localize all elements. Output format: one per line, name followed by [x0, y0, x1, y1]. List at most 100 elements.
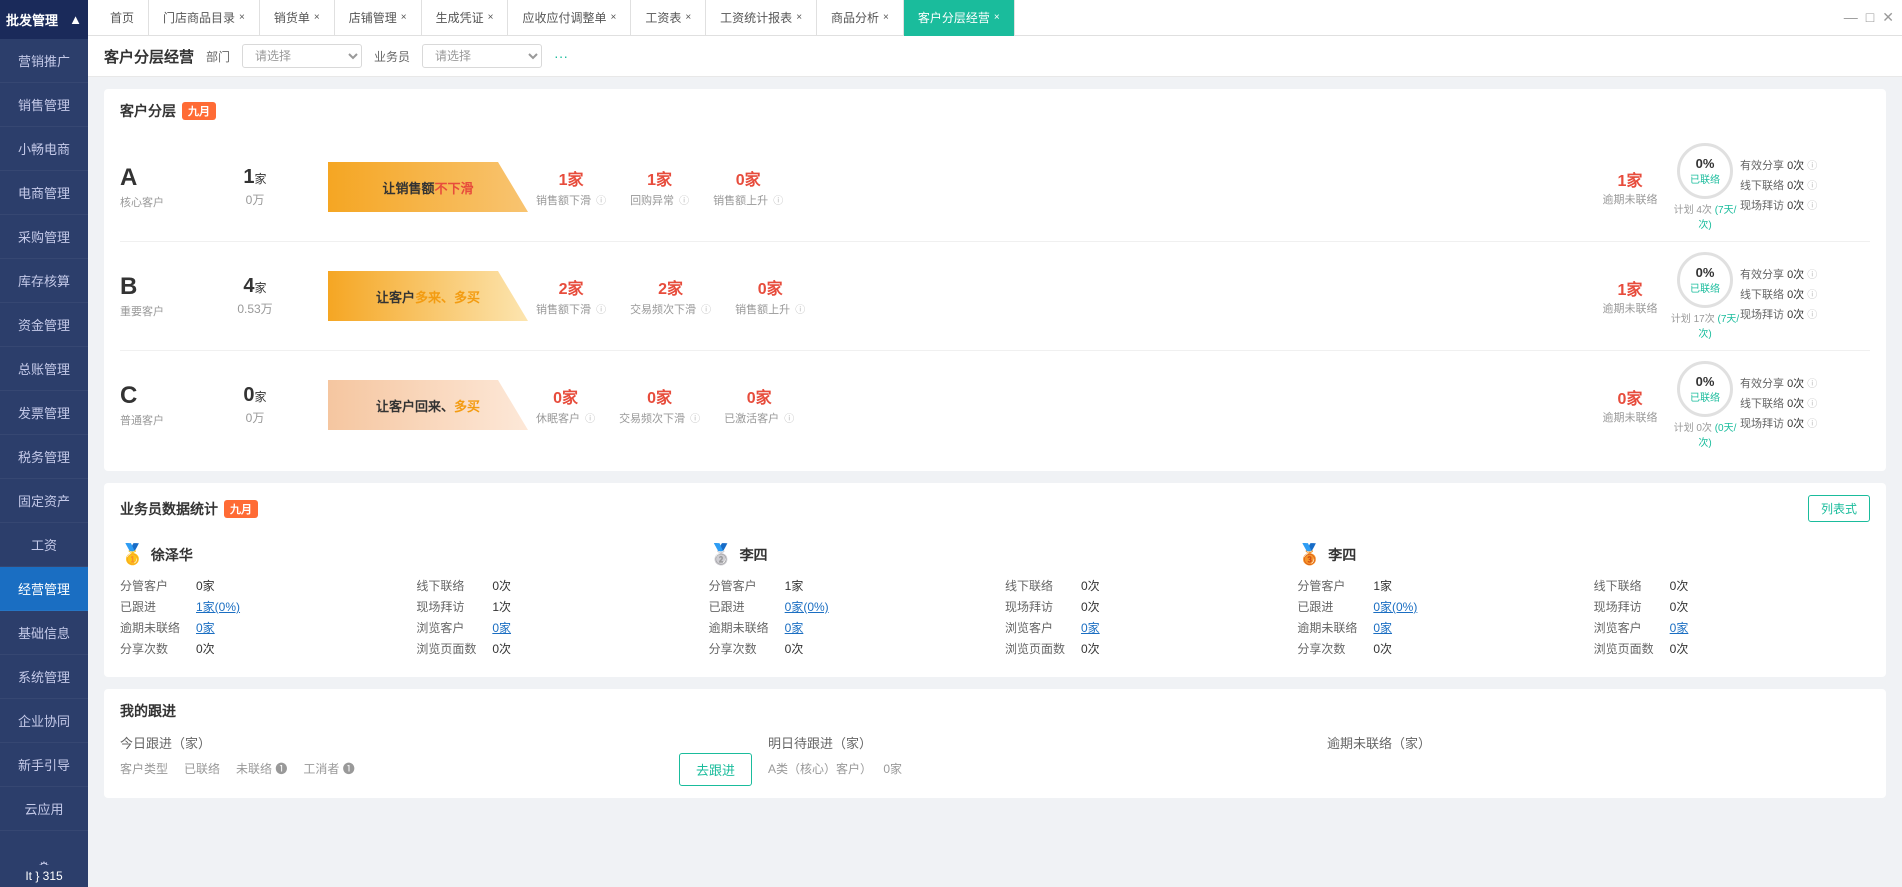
followup-col3: 未联络 ❶	[236, 760, 287, 777]
overdue-followup: 逾期未联络（家）	[1327, 733, 1870, 760]
followup-section: 我的跟进 今日跟进（家） 客户类型 已联络 未联络 ❶ 工消者 ❶ 去跟进 明日…	[104, 689, 1886, 798]
tab-close-payroll[interactable]: ×	[685, 12, 691, 23]
sidebar-item-jichu[interactable]: 基础信息	[0, 611, 88, 655]
tier-contact-b: 1家 逾期未联络	[1590, 276, 1670, 316]
staff-stat-row: 分享次数 0次	[709, 640, 985, 657]
tab-payrollstat[interactable]: 工资统计报表 ×	[706, 0, 817, 36]
tier-count-c: 0家 0万	[190, 384, 320, 426]
stat-c-0: 0家 休眠客户 ⓘ	[536, 384, 595, 426]
tab-close-customer[interactable]: ×	[994, 12, 1000, 23]
staff-stat-row: 浏览页面数 0次	[1594, 640, 1870, 657]
tab-store[interactable]: 店铺管理×	[335, 0, 422, 36]
go-btn-col: 去跟进	[679, 733, 752, 786]
more-filter-icon[interactable]: ···	[554, 48, 568, 64]
tier-stats-a: 1家 销售额下滑 ⓘ 1家 回购异常 ⓘ 0家 销售额上升 ⓘ	[536, 166, 1590, 208]
staff-stat-row: 分享次数 0次	[120, 640, 396, 657]
tier-right-stats-a: 有效分享 0次 ⓘ 线下联络 0次 ⓘ 现场拜访 0次 ⓘ	[1740, 157, 1870, 216]
staff-stat-row: 逾期未联络 0家	[120, 619, 396, 636]
tab-label-goods: 商品分析	[831, 9, 879, 26]
tab-label-receivable: 应收应付调整单	[522, 9, 606, 26]
sidebar: 批发管理 ▲ 营销推广销售管理小畅电商电商管理采购管理库存核算资金管理总账管理发…	[0, 0, 88, 887]
sidebar-item-yingxiao[interactable]: 营销推广	[0, 39, 88, 83]
sidebar-item-gudingzichan[interactable]: 固定资产	[0, 479, 88, 523]
staff-card-1: 🥈 李四 分管客户 1家 线下联络 0次 已跟进 0家(0%) 现场拜访 0次	[709, 534, 1282, 665]
tier-row-c: C 普通客户 0家 0万 让客户回来、多买 0家 休眠客户 ⓘ 0家 交易频次下…	[120, 351, 1870, 459]
stat-a-0: 1家 销售额下滑 ⓘ	[536, 166, 606, 208]
staff-stat-row: 分享次数 0次	[1297, 640, 1573, 657]
followup-col1: 客户类型	[120, 760, 168, 777]
tab-close-sales[interactable]: ×	[314, 12, 320, 23]
tabbar-actions: — □ ✕	[1844, 9, 1894, 26]
tabbar-close-icon[interactable]: ✕	[1882, 9, 1894, 26]
tab-label-payroll: 工资表	[645, 9, 681, 26]
sidebar-item-qiye[interactable]: 企业协同	[0, 699, 88, 743]
followup-col2: 已联络	[184, 760, 220, 777]
tab-products[interactable]: 门店商品目录 ×	[149, 0, 260, 36]
sidebar-item-gongzi[interactable]: 工资	[0, 523, 88, 567]
sidebar-item-kucun[interactable]: 库存核算	[0, 259, 88, 303]
tab-customer[interactable]: 客户分层经营×	[904, 0, 1015, 36]
staff-stat-row: 逾期未联络 0家	[1297, 619, 1573, 636]
staff-stat-row: 现场拜访 1次	[416, 598, 692, 615]
list-view-btn[interactable]: 列表式	[1808, 495, 1870, 522]
sidebar-item-xitong[interactable]: 系统管理	[0, 655, 88, 699]
followup-title: 我的跟进	[120, 701, 1870, 721]
tier-label-c: C 普通客户	[120, 382, 190, 428]
sidebar-collapse-icon[interactable]: ▲	[69, 12, 82, 27]
tomorrow-label: 明日待跟进（家）	[768, 733, 1311, 752]
tab-label-home: 首页	[110, 9, 134, 26]
tab-payroll[interactable]: 工资表 ×	[631, 0, 706, 36]
tab-close-voucher[interactable]: ×	[488, 12, 494, 23]
sidebar-item-caigou[interactable]: 采购管理	[0, 215, 88, 259]
tabbar-minus-icon[interactable]: —	[1844, 9, 1858, 26]
customer-section-title: 客户分层 九月	[120, 101, 1870, 121]
staff-select[interactable]: 请选择	[422, 44, 542, 68]
tab-label-voucher: 生成凭证	[436, 9, 484, 26]
sidebar-item-xiaodian[interactable]: 小畅电商	[0, 127, 88, 171]
sidebar-item-xiaoshou[interactable]: 销售管理	[0, 83, 88, 127]
staff-stat-row: 现场拜访 0次	[1594, 598, 1870, 615]
tier-stats-b: 2家 销售额下滑 ⓘ 2家 交易频次下滑 ⓘ 0家 销售额上升 ⓘ	[536, 275, 1590, 317]
tab-home[interactable]: 首页	[96, 0, 149, 36]
tab-label-payrollstat: 工资统计报表	[720, 9, 792, 26]
tab-close-receivable[interactable]: ×	[610, 12, 616, 23]
sidebar-item-jingying[interactable]: 经营管理	[0, 567, 88, 611]
sidebar-item-shuiwu[interactable]: 税务管理	[0, 435, 88, 479]
page-header: 客户分层经营 部门 请选择 业务员 请选择 ···	[88, 36, 1902, 77]
staff-medal-2: 🥉	[1297, 542, 1322, 567]
sidebar-item-zijin[interactable]: 资金管理	[0, 303, 88, 347]
sidebar-header: 批发管理 ▲	[0, 0, 88, 39]
customer-month-badge: 九月	[182, 102, 216, 120]
tab-close-goods[interactable]: ×	[883, 12, 889, 23]
tab-sales[interactable]: 销货单 ×	[260, 0, 335, 36]
tier-label-b: B 重要客户	[120, 273, 190, 319]
staff-card-0: 🥇 徐泽华 分管客户 0家 线下联络 0次 已跟进 1家(0%) 现场拜访 1次	[120, 534, 693, 665]
overdue-label: 逾期未联络（家）	[1327, 733, 1870, 752]
sidebar-item-zongzhang[interactable]: 总账管理	[0, 347, 88, 391]
tab-close-products[interactable]: ×	[239, 12, 245, 23]
tab-goods[interactable]: 商品分析 ×	[817, 0, 904, 36]
sidebar-item-yun[interactable]: 云应用	[0, 787, 88, 831]
tab-label-products: 门店商品目录	[163, 9, 235, 26]
dept-select[interactable]: 请选择	[242, 44, 362, 68]
sidebar-item-xinshou[interactable]: 新手引导	[0, 743, 88, 787]
sidebar-item-dianshang[interactable]: 电商管理	[0, 171, 88, 215]
tabbar-restore-icon[interactable]: □	[1866, 9, 1874, 26]
tab-voucher[interactable]: 生成凭证 ×	[422, 0, 509, 36]
sidebar-item-fapiao[interactable]: 发票管理	[0, 391, 88, 435]
go-followup-btn[interactable]: 去跟进	[679, 753, 752, 786]
tier-right-stats-c: 有效分享 0次 ⓘ 线下联络 0次 ⓘ 现场拜访 0次 ⓘ	[1740, 375, 1870, 434]
staff-stat-row: 分管客户 1家	[1297, 577, 1573, 594]
sidebar-title: 批发管理	[6, 10, 58, 29]
tier-trap-c: 让客户回来、多买	[328, 380, 528, 430]
bottom-status-bar: It } 315	[0, 865, 88, 887]
tomorrow-followup: 明日待跟进（家） A类（核心）客户） 0家	[768, 733, 1311, 777]
staff-stat-row: 线下联络 0次	[1005, 577, 1281, 594]
tab-close-store[interactable]: ×	[401, 12, 407, 23]
tier-label-a: A 核心客户	[120, 164, 190, 210]
tab-label-sales: 销货单	[274, 9, 310, 26]
tab-receivable[interactable]: 应收应付调整单 ×	[508, 0, 631, 36]
tab-close-payrollstat[interactable]: ×	[796, 12, 802, 23]
staff-stat-row: 浏览页面数 0次	[1005, 640, 1281, 657]
a-class-row: A类（核心）客户） 0家	[768, 760, 1311, 777]
